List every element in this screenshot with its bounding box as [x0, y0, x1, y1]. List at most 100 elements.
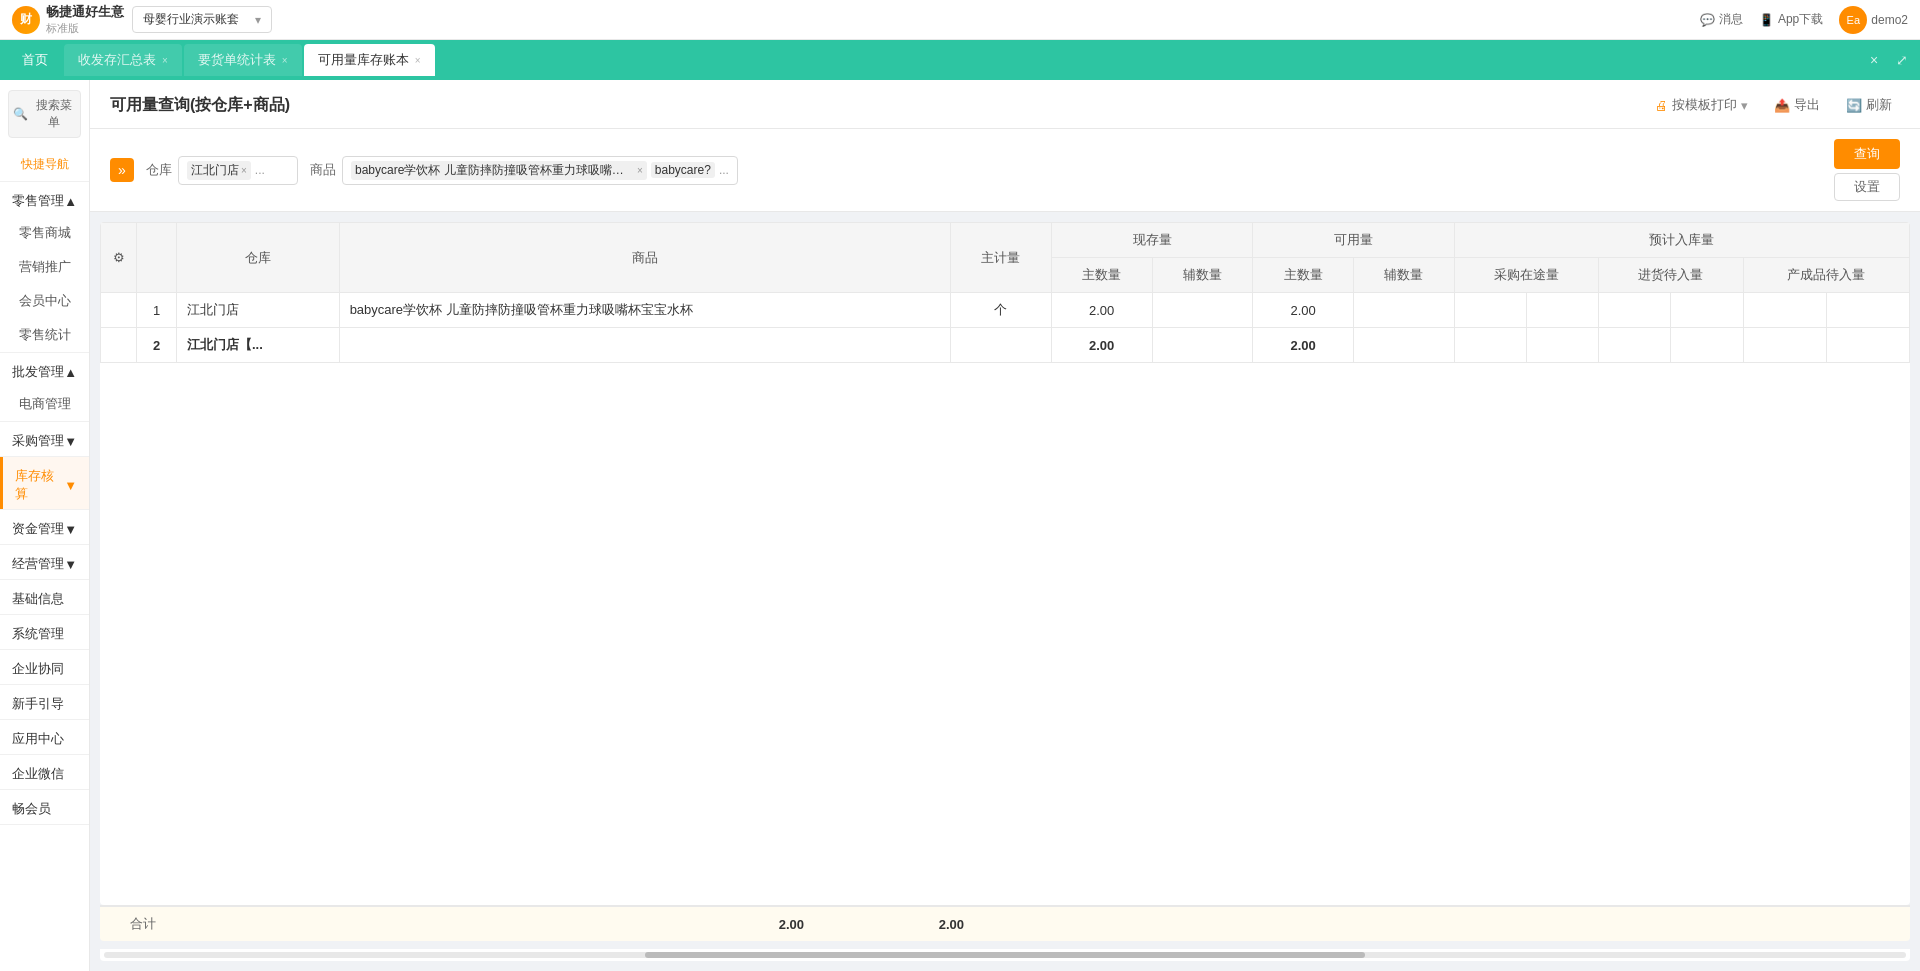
close-all-tabs-button[interactable]: × — [1864, 50, 1884, 70]
logo-text: 畅捷通好生意 标准版 — [46, 4, 124, 35]
sidebar-section-basics-header[interactable]: 基础信息 — [0, 580, 89, 614]
sidebar-section-system-header[interactable]: 系统管理 — [0, 615, 89, 649]
sidebar-item-members[interactable]: 会员中心 — [0, 284, 89, 318]
product-tag-1-close[interactable]: × — [637, 165, 643, 176]
tab-shoufacun[interactable]: 收发存汇总表 × — [64, 44, 182, 76]
table-container: ⚙ 仓库 商品 主计量 现存量 — [100, 222, 1910, 905]
restore-window-button[interactable]: ⤢ — [1892, 50, 1912, 70]
sidebar-search-area: 🔍 搜索菜单 — [0, 80, 89, 148]
product-tag-2: babycare? — [651, 162, 715, 178]
subtotal-stock-aux — [1152, 328, 1253, 363]
sidebar-section-vip-header[interactable]: 畅会员 — [0, 790, 89, 824]
page-title-row: 可用量查询(按仓库+商品) 🖨 按模板打印 ▾ 📤 导出 🔄 刷新 — [110, 92, 1900, 118]
row-purchase-aux — [1527, 293, 1599, 328]
page-title: 可用量查询(按仓库+商品) — [110, 95, 290, 116]
print-icon: 🖨 — [1655, 98, 1668, 113]
th-stock-aux-qty: 辅数量 — [1152, 258, 1253, 293]
chevron-down-icon-ops: ▼ — [64, 557, 77, 572]
top-bar-right: 💬 消息 📱 App下载 Ea demo2 — [1700, 6, 1908, 34]
sidebar-section-batch-header[interactable]: 批发管理 ▲ — [0, 353, 89, 387]
sidebar-section-app-center-header[interactable]: 应用中心 — [0, 720, 89, 754]
row-product: babycare学饮杯 儿童防摔防撞吸管杯重力球吸嘴杯宝宝水杯 — [339, 293, 950, 328]
filter-row: » 仓库 江北门店 × ... 商品 babycare学饮杯 儿童防摔防撞吸管杯… — [90, 129, 1920, 212]
subtotal-warehouse: 江北门店【... — [177, 328, 340, 363]
footer-avail-main: 2.00 — [911, 917, 991, 932]
scrollbar-thumb[interactable] — [645, 952, 1366, 958]
industry-selector[interactable]: 母婴行业演示账套 ▾ — [132, 6, 272, 33]
sidebar-section-finance: 资金管理 ▼ — [0, 510, 89, 545]
row-no: 1 — [137, 293, 177, 328]
footer-stock-main: 2.00 — [751, 917, 831, 932]
th-finished-pending: 产成品待入量 — [1743, 258, 1909, 293]
export-icon: 📤 — [1774, 98, 1790, 113]
subtotal-avail-main: 2.00 — [1253, 328, 1354, 363]
product-filter-input[interactable]: babycare学饮杯 儿童防摔防撞吸管杯重力球吸嘴杯宝宝水杯 × babyca… — [342, 156, 738, 185]
tab-home[interactable]: 首页 — [8, 44, 62, 76]
subtotal-checkbox — [101, 328, 137, 363]
sidebar-item-online-store[interactable]: 零售商城 — [0, 216, 89, 250]
tab-yaohuo[interactable]: 要货单统计表 × — [184, 44, 302, 76]
sidebar-section-enterprise-collab: 企业协同 — [0, 650, 89, 685]
data-table: ⚙ 仓库 商品 主计量 现存量 — [100, 222, 1910, 363]
warehouse-filter-input[interactable]: 江北门店 × ... — [178, 156, 298, 185]
chevron-up-icon-2: ▲ — [64, 365, 77, 380]
sidebar-item-ecommerce[interactable]: 电商管理 — [0, 387, 89, 421]
warehouse-tag: 江北门店 × — [187, 161, 251, 180]
row-unit: 个 — [951, 293, 1052, 328]
subtotal-avail-aux — [1354, 328, 1455, 363]
search-menu-button[interactable]: 🔍 搜索菜单 — [8, 90, 81, 138]
sidebar-section-inventory: 库存核算 ▼ — [0, 457, 89, 510]
table-row: 1 江北门店 babycare学饮杯 儿童防摔防撞吸管杯重力球吸嘴杯宝宝水杯 个… — [101, 293, 1910, 328]
product-ellipsis: ... — [719, 163, 729, 177]
query-button[interactable]: 查询 — [1834, 139, 1900, 169]
sidebar-item-retail-stats[interactable]: 零售统计 — [0, 318, 89, 352]
sidebar-section-enterprise-collab-header[interactable]: 企业协同 — [0, 650, 89, 684]
subtotal-incoming-main — [1599, 328, 1671, 363]
export-button[interactable]: 📤 导出 — [1766, 92, 1828, 118]
row-incoming-main — [1599, 293, 1671, 328]
subtotal-finished-main — [1743, 328, 1826, 363]
chevron-down-icon-inventory: ▼ — [64, 478, 77, 493]
sidebar-section-basics: 基础信息 — [0, 580, 89, 615]
close-tab-shoufacun[interactable]: × — [162, 55, 168, 66]
sidebar-section-operations-header[interactable]: 经营管理 ▼ — [0, 545, 89, 579]
sidebar-section-finance-header[interactable]: 资金管理 ▼ — [0, 510, 89, 544]
print-template-button[interactable]: 🖨 按模板打印 ▾ — [1647, 92, 1756, 118]
scrollbar-track — [104, 952, 1906, 958]
refresh-icon: 🔄 — [1846, 98, 1862, 113]
filter-actions-right: 查询 设置 — [1834, 139, 1900, 201]
chevron-down-icon-finance: ▼ — [64, 522, 77, 537]
subtotal-row: 2 江北门店【... 2.00 2.00 — [101, 328, 1910, 363]
message-button[interactable]: 💬 消息 — [1700, 11, 1743, 28]
sidebar-item-marketing[interactable]: 营销推广 — [0, 250, 89, 284]
th-avail-aux-qty: 辅数量 — [1354, 258, 1455, 293]
tab-keyongliang[interactable]: 可用量库存账本 × — [304, 44, 435, 76]
close-tab-keyongliang[interactable]: × — [415, 55, 421, 66]
app-download-button[interactable]: 📱 App下载 — [1759, 11, 1823, 28]
filter-expand-button[interactable]: » — [110, 158, 134, 182]
warehouse-filter-field: 仓库 江北门店 × ... — [146, 156, 298, 185]
sidebar-section-zero-sales-header[interactable]: 零售管理 ▲ — [0, 182, 89, 216]
sidebar-section-purchase-header[interactable]: 采购管理 ▼ — [0, 422, 89, 456]
sidebar-section-newbie-header[interactable]: 新手引导 — [0, 685, 89, 719]
th-gear[interactable]: ⚙ — [101, 223, 137, 293]
close-tab-yaohuo[interactable]: × — [282, 55, 288, 66]
row-finished-aux — [1826, 293, 1909, 328]
sidebar-section-enterprise-wechat-header[interactable]: 企业微信 — [0, 755, 89, 789]
subtotal-product — [339, 328, 950, 363]
user-profile[interactable]: Ea demo2 — [1839, 6, 1908, 34]
nav-tabs: 首页 收发存汇总表 × 要货单统计表 × 可用量库存账本 × × ⤢ — [0, 40, 1920, 80]
chevron-down-icon: ▾ — [255, 13, 261, 27]
th-purchase-in-transit: 采购在途量 — [1454, 258, 1598, 293]
warehouse-tag-close[interactable]: × — [241, 165, 247, 176]
settings-button[interactable]: 设置 — [1834, 173, 1900, 201]
horizontal-scrollbar[interactable] — [100, 949, 1910, 961]
th-no — [137, 223, 177, 293]
product-tag-1: babycare学饮杯 儿童防摔防撞吸管杯重力球吸嘴杯宝宝水杯 × — [351, 161, 647, 180]
quick-nav-button[interactable]: 快捷导航 — [0, 148, 89, 182]
refresh-button[interactable]: 🔄 刷新 — [1838, 92, 1900, 118]
sidebar-section-inventory-header[interactable]: 库存核算 ▼ — [0, 457, 89, 509]
app-download-icon: 📱 — [1759, 13, 1774, 27]
sidebar-section-operations: 经营管理 ▼ — [0, 545, 89, 580]
sidebar-section-zero-sales: 零售管理 ▲ 零售商城 营销推广 会员中心 零售统计 — [0, 182, 89, 353]
